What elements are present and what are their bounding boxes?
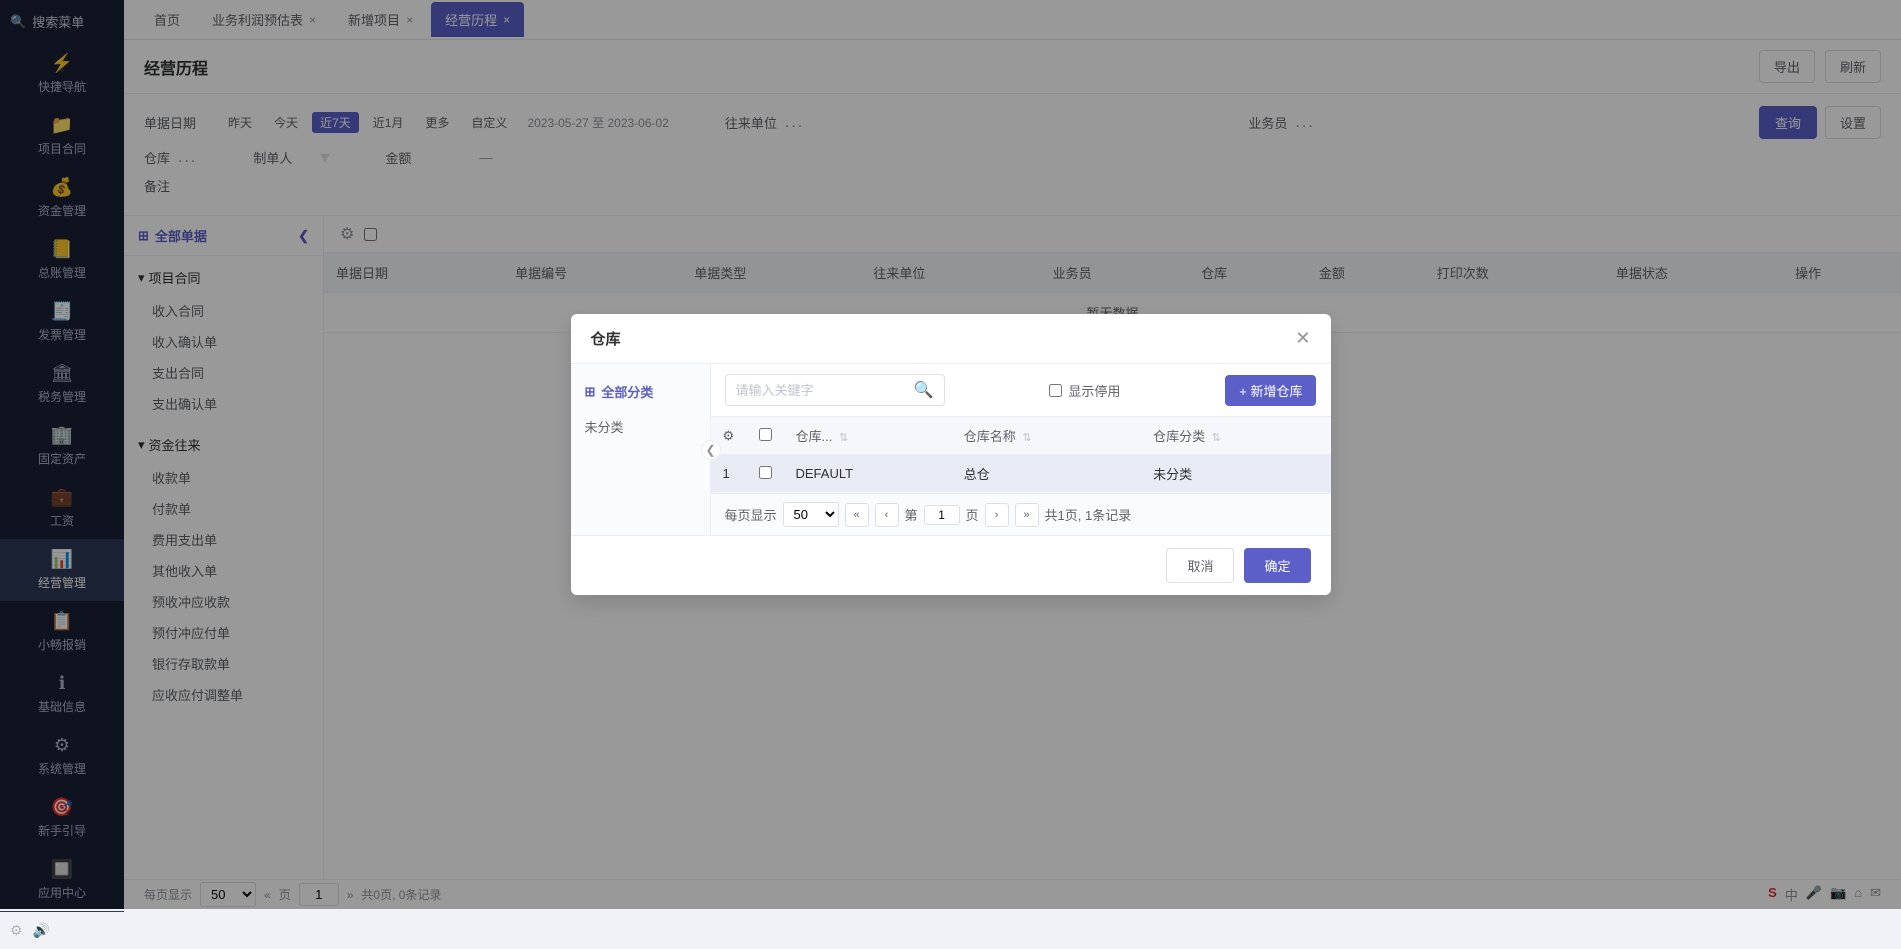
warehouse-modal: 仓库 ✕ ⊞ 全部分类 未分类 ❮ 🔍	[571, 314, 1331, 595]
modal-overlay: 仓库 ✕ ⊞ 全部分类 未分类 ❮ 🔍	[0, 0, 1901, 909]
modal-page-label: 第	[905, 505, 918, 524]
modal-select-all[interactable]	[759, 428, 772, 441]
volume-icon[interactable]: 🔊	[33, 922, 50, 939]
grid-icon-modal: ⊞	[585, 384, 596, 400]
modal-search-input[interactable]	[736, 383, 908, 398]
row-code: DEFAULT	[784, 455, 952, 493]
modal-footer-bar: 每页显示 50 100 « ‹ 第 页 › » 共1页, 1条记录	[711, 493, 1331, 535]
show-disabled-label: 显示停用	[1068, 381, 1120, 400]
modal-col-code: 仓库... ⇅	[784, 417, 952, 455]
row-category: 未分类	[1141, 455, 1330, 493]
search-icon-modal: 🔍	[914, 380, 934, 400]
modal-left-panel: ⊞ 全部分类 未分类 ❮	[571, 364, 711, 535]
modal-title: 仓库	[591, 328, 621, 349]
table-row[interactable]: 1 DEFAULT 总仓 未分类	[711, 455, 1331, 493]
sort-icon-category: ⇅	[1212, 432, 1221, 444]
modal-prev-page[interactable]: ‹	[875, 503, 899, 527]
modal-search-box: 🔍	[725, 374, 945, 406]
modal-confirm-button[interactable]: 确定	[1244, 548, 1310, 583]
sidebar-bottom: ⚙ 🔊	[0, 911, 124, 949]
modal-header: 仓库 ✕	[571, 314, 1331, 364]
show-disabled-checkbox-label[interactable]: 显示停用	[1049, 381, 1120, 400]
modal-next-page[interactable]: ›	[985, 503, 1009, 527]
modal-page-unit: 页	[966, 505, 979, 524]
modal-table: ⚙ 仓库... ⇅ 仓库名称 ⇅	[711, 417, 1331, 493]
settings-icon[interactable]: ⚙	[10, 922, 23, 939]
modal-toolbar: 🔍 显示停用 + 新增仓库	[711, 364, 1331, 417]
modal-table-wrap: ⚙ 仓库... ⇅ 仓库名称 ⇅	[711, 417, 1331, 493]
modal-category-all[interactable]: ⊞ 全部分类	[571, 374, 710, 409]
modal-right-panel: 🔍 显示停用 + 新增仓库 ⚙	[711, 364, 1331, 535]
col-settings-icon[interactable]: ⚙	[723, 428, 735, 443]
modal-left-toggle[interactable]: ❮	[701, 440, 711, 460]
modal-close-button[interactable]: ✕	[1295, 328, 1310, 349]
row-name: 总仓	[952, 455, 1141, 493]
row-settings: 1	[711, 455, 747, 493]
modal-col-category: 仓库分类 ⇅	[1141, 417, 1330, 455]
modal-per-page-select[interactable]: 50 100	[783, 502, 839, 527]
modal-col-checkbox	[747, 417, 784, 455]
modal-cancel-button[interactable]: 取消	[1166, 548, 1234, 583]
row-select-checkbox[interactable]	[759, 466, 772, 479]
modal-page-input[interactable]	[924, 505, 960, 525]
add-warehouse-button[interactable]: + 新增仓库	[1225, 375, 1316, 406]
modal-body: ⊞ 全部分类 未分类 ❮ 🔍 显示停用	[571, 364, 1331, 535]
row-checkbox	[747, 455, 784, 493]
modal-total-text: 共1页, 1条记录	[1045, 505, 1132, 524]
show-disabled-checkbox[interactable]	[1049, 384, 1062, 397]
modal-all-label: 全部分类	[601, 382, 653, 401]
modal-confirm-btns: 取消 确定	[571, 535, 1331, 595]
modal-first-page[interactable]: «	[845, 503, 869, 527]
sort-icon-name: ⇅	[1022, 432, 1031, 444]
modal-category-unclassified[interactable]: 未分类	[571, 409, 710, 444]
modal-per-page-label: 每页显示	[725, 505, 777, 524]
modal-col-name: 仓库名称 ⇅	[952, 417, 1141, 455]
modal-last-page[interactable]: »	[1015, 503, 1039, 527]
modal-pagination: 每页显示 50 100 « ‹ 第 页 › » 共1页, 1条记录	[725, 502, 1132, 527]
sort-icon-code: ⇅	[839, 432, 848, 444]
